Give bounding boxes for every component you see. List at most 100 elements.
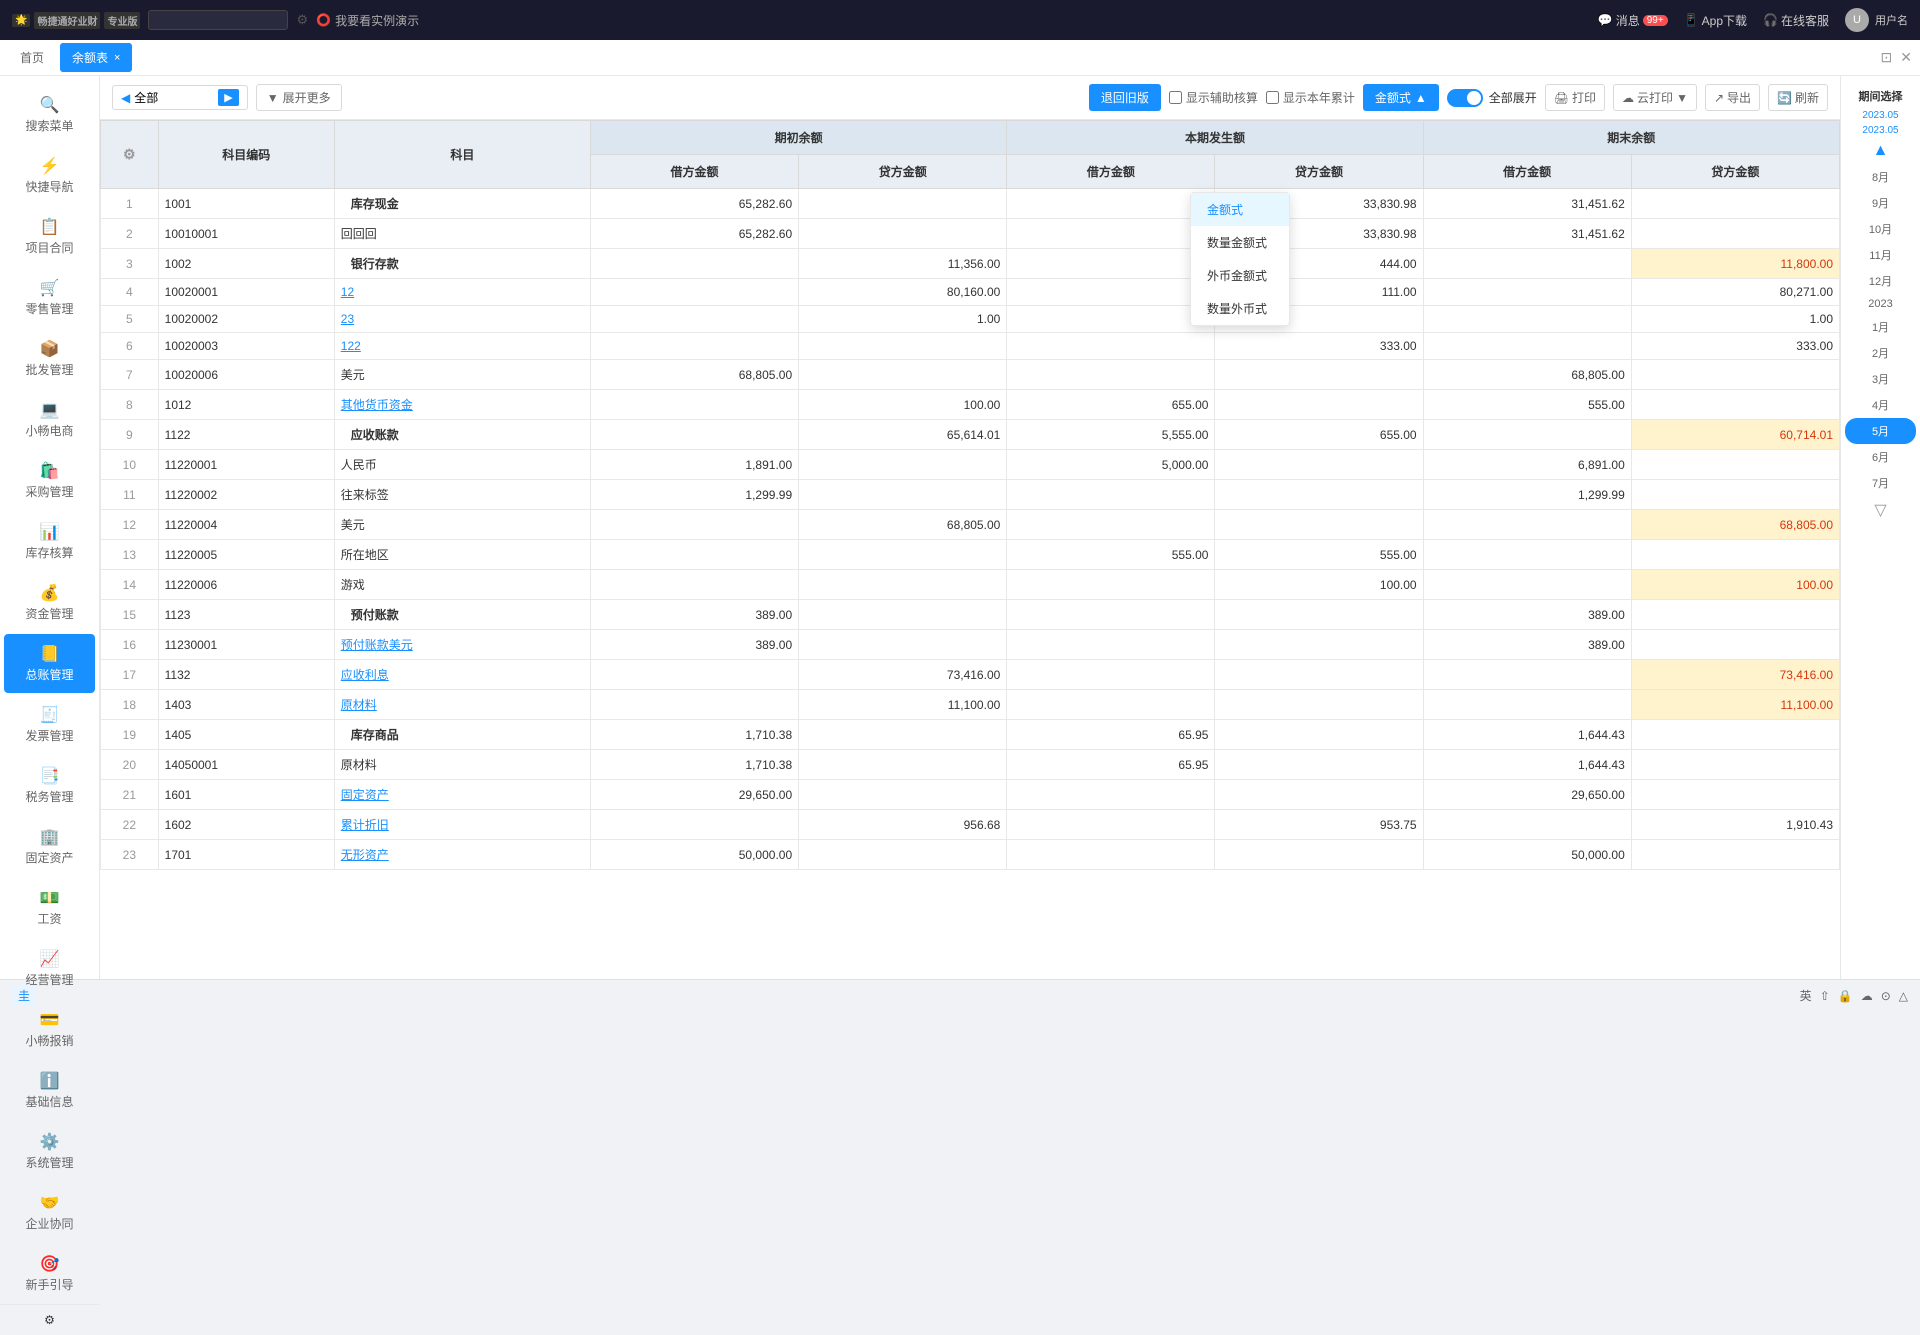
tab-restore-icon[interactable]: ⊡ [1881,49,1893,66]
month-12[interactable]: 12月 [1845,268,1916,294]
print-btn[interactable]: 🖨 打印 [1545,84,1605,111]
month-4[interactable]: 4月 [1845,392,1916,418]
cell-subject: 应收账款 [334,420,590,450]
cell-subject[interactable]: 应收利息 [334,660,590,690]
bottom-shift-icon[interactable]: ⇧ [1820,989,1830,1003]
month-8[interactable]: 8月 [1845,164,1916,190]
sidebar-item-salary[interactable]: 💵 工资 [4,878,95,937]
show-year-checkbox[interactable]: 显示本年累计 [1266,89,1355,106]
message-btn[interactable]: 💬 消息 99+ [1598,12,1668,29]
tab-balance-sheet[interactable]: 余额表 × [60,43,132,72]
sidebar: 🔍 搜索菜单 ⚡ 快捷导航 📋 项目合同 🛒 零售管理 📦 批发管理 💻 小畅电… [0,76,100,979]
sidebar-item-purchase[interactable]: 🛍️ 采购管理 [4,451,95,510]
month-6[interactable]: 6月 [1845,444,1916,470]
cell-opening-credit [799,450,1007,480]
dropdown-item-amount[interactable]: 金额式 [1191,193,1289,226]
search-confirm-btn[interactable]: ▶ [218,89,238,106]
period-up-btn[interactable]: ▲ [1845,138,1916,164]
cell-code: 1012 [158,390,334,420]
top-search-input[interactable] [148,10,288,30]
demo-link[interactable]: ⭕ 我要看实例演示 [316,12,419,29]
sidebar-bottom-settings[interactable]: ⚙ [0,1304,99,1335]
month-10[interactable]: 10月 [1845,216,1916,242]
return-old-btn[interactable]: 退回旧版 [1089,84,1161,111]
expand-toggle-switch[interactable] [1447,89,1483,107]
month-7[interactable]: 7月 [1845,470,1916,496]
cell-period-credit [1215,480,1423,510]
sidebar-item-wholesale[interactable]: 📦 批发管理 [4,329,95,388]
bottom-lang-btn[interactable]: 英 [1800,987,1812,1004]
cell-subject[interactable]: 122 [334,333,590,360]
bottom-triangle-icon[interactable]: △ [1899,989,1908,1003]
sidebar-item-inventory[interactable]: 📊 库存核算 [4,512,95,571]
cell-subject[interactable]: 原材料 [334,690,590,720]
table-settings-icon[interactable]: ⚙ [123,146,136,162]
month-9[interactable]: 9月 [1845,190,1916,216]
cell-subject[interactable]: 固定资产 [334,780,590,810]
dropdown-item-foreign-amount[interactable]: 外币金额式 [1191,259,1289,292]
cell-subject[interactable]: 23 [334,306,590,333]
month-11[interactable]: 11月 [1845,242,1916,268]
settings-gear-icon[interactable]: ⚙ [296,12,308,28]
app-download-btn[interactable]: 📱 App下载 [1684,12,1747,29]
tab-home[interactable]: 首页 [8,43,56,72]
cell-subject[interactable]: 无形资产 [334,840,590,870]
export-btn[interactable]: ↗ 导出 [1705,84,1760,111]
cell-closing-debit: 6,891.00 [1423,450,1631,480]
refresh-btn[interactable]: 🔄 刷新 [1768,84,1828,111]
sidebar-item-quicknav[interactable]: ⚡ 快捷导航 [4,146,95,205]
sidebar-item-tax[interactable]: 📑 税务管理 [4,756,95,815]
tab-close-icon[interactable]: ✕ [1900,49,1912,66]
sidebar-item-expense[interactable]: 💳 小畅报销 [4,1000,95,1059]
bottom-circle-icon[interactable]: ⊙ [1881,989,1891,1003]
period-down-btn[interactable]: ▽ [1845,496,1916,524]
table-row: 18 1403 原材料 11,100.00 11,100.00 [101,690,1840,720]
online-service-btn[interactable]: 🎧 在线客服 [1763,12,1829,29]
sidebar-item-basic[interactable]: ℹ️ 基础信息 [4,1061,95,1120]
sidebar-item-invoice[interactable]: 🧾 发票管理 [4,695,95,754]
dropdown-item-qty-amount[interactable]: 数量金额式 [1191,226,1289,259]
management-icon: 📈 [8,949,91,969]
cloud-print-btn[interactable]: ☁ 云打印 ▼ [1613,84,1697,111]
cell-closing-debit [1423,540,1631,570]
month-1[interactable]: 1月 [1845,314,1916,340]
system-icon: ⚙️ [8,1132,91,1152]
sidebar-item-project[interactable]: 📋 项目合同 [4,207,95,266]
cell-subject[interactable]: 预付账款美元 [334,630,590,660]
show-assist-checkbox[interactable]: 显示辅助核算 [1169,89,1258,106]
sidebar-item-ecommerce[interactable]: 💻 小畅电商 [4,390,95,449]
bottom-cloud-icon[interactable]: ☁ [1861,989,1873,1003]
cell-subject[interactable]: 累计折旧 [334,810,590,840]
month-5[interactable]: 5月 [1845,418,1916,444]
bottom-icon-1[interactable]: 圭 [12,985,36,1006]
cell-period-debit [1007,480,1215,510]
cell-opening-debit: 68,805.00 [590,360,798,390]
sidebar-item-assets[interactable]: 🏢 固定资产 [4,817,95,876]
sidebar-item-system[interactable]: ⚙️ 系统管理 [4,1122,95,1181]
search-input[interactable] [134,91,214,105]
cell-subject[interactable]: 12 [334,279,590,306]
cell-closing-credit: 60,714.01 [1631,420,1839,450]
user-avatar-btn[interactable]: U 用户名 [1845,8,1908,32]
expand-more-btn[interactable]: ▼ 展开更多 [256,84,342,111]
month-2[interactable]: 2月 [1845,340,1916,366]
sidebar-item-retail[interactable]: 🛒 零售管理 [4,268,95,327]
tab-close-btn[interactable]: × [114,52,120,64]
sidebar-item-search[interactable]: 🔍 搜索菜单 [4,85,95,144]
cell-period-credit: 555.00 [1215,540,1423,570]
bottom-lock-icon[interactable]: 🔒 [1838,989,1853,1003]
search-left-arrow[interactable]: ◀ [121,91,130,105]
sidebar-item-collab[interactable]: 🤝 企业协同 [4,1183,95,1242]
col-subject-header: 科目 [334,121,590,189]
sidebar-item-guide[interactable]: 🎯 新手引导 [4,1244,95,1303]
cell-subject[interactable]: 其他货币资金 [334,390,590,420]
amount-mode-btn[interactable]: 金额式 ▲ [1363,84,1439,111]
cell-opening-debit: 389.00 [590,630,798,660]
sidebar-item-finance[interactable]: 💰 资金管理 [4,573,95,632]
cell-code: 10010001 [158,219,334,249]
cell-period-debit [1007,600,1215,630]
dropdown-item-qty-foreign[interactable]: 数量外币式 [1191,292,1289,325]
sidebar-item-ledger[interactable]: 📒 总账管理 [4,634,95,693]
cell-opening-debit [590,420,798,450]
month-3[interactable]: 3月 [1845,366,1916,392]
